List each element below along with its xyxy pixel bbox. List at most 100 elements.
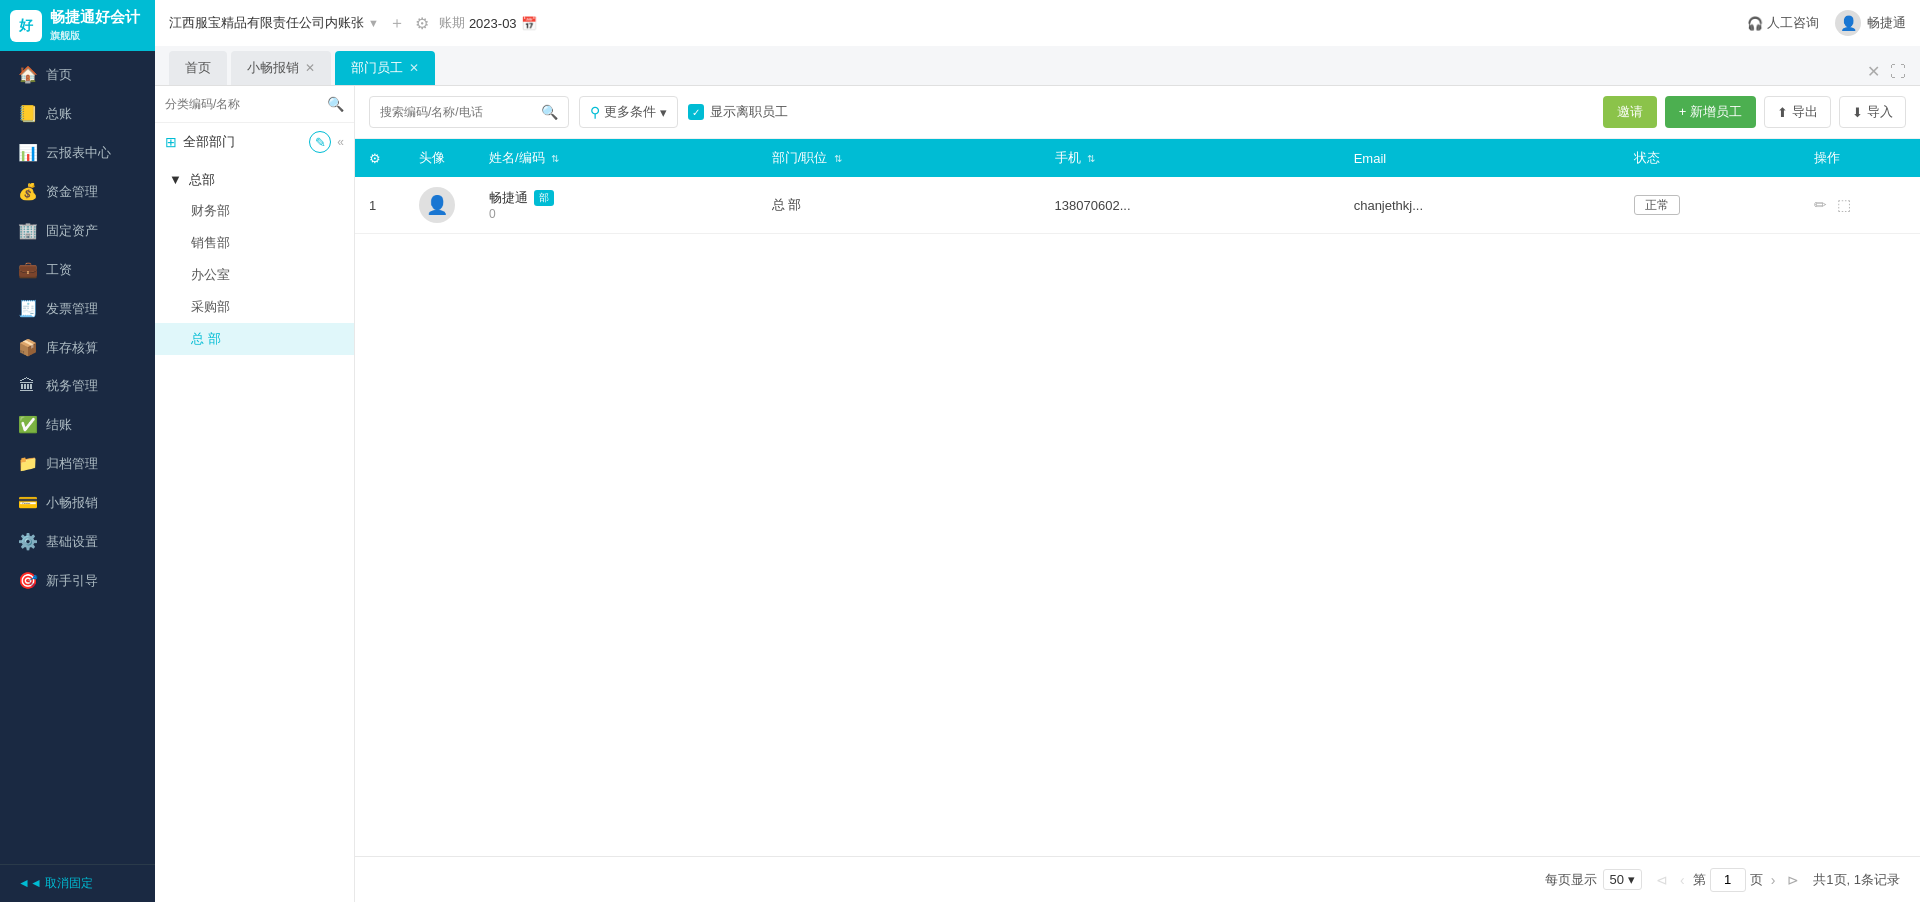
show-resigned-checkbox[interactable]: ✓ bbox=[688, 104, 704, 120]
last-page-button[interactable]: ⊳ bbox=[1783, 870, 1803, 890]
unpin-sidebar-button[interactable]: ◄◄ 取消固定 bbox=[0, 864, 155, 902]
sidebar-item-label: 工资 bbox=[46, 261, 72, 279]
pager: ⊲ ‹ 第 页 › ⊳ bbox=[1652, 868, 1803, 892]
first-page-button[interactable]: ⊲ bbox=[1652, 870, 1672, 890]
export-button[interactable]: ⬆ 导出 bbox=[1764, 96, 1831, 128]
unpin-label: ◄◄ 取消固定 bbox=[18, 875, 93, 892]
all-dept-header[interactable]: ⊞ 全部部门 ✎ « bbox=[155, 123, 354, 161]
sidebar-item-tax[interactable]: 🏛 税务管理 bbox=[0, 367, 155, 405]
dept-edit-button[interactable]: ✎ bbox=[309, 131, 331, 153]
col-dept[interactable]: 部门/职位 ⇅ bbox=[758, 139, 1041, 177]
tab-expense[interactable]: 小畅报销 ✕ bbox=[231, 51, 331, 85]
toolbar-right: 邀请 + 新增员工 ⬆ 导出 ⬇ 导入 bbox=[1603, 96, 1906, 128]
cell-email: chanjethkj... bbox=[1340, 177, 1620, 234]
table-row: 1 👤 畅捷通 部 0 总 部 bbox=[355, 177, 1920, 234]
sidebar-item-ledger[interactable]: 📒 总账 bbox=[0, 94, 155, 133]
sidebar-item-label: 总账 bbox=[46, 105, 72, 123]
user-name: 畅捷通 bbox=[1867, 14, 1906, 32]
cell-status: 正常 bbox=[1620, 177, 1800, 234]
settings-icon: ⚙️ bbox=[18, 532, 36, 551]
calendar-icon: 📅 bbox=[521, 16, 537, 31]
sidebar-item-salary[interactable]: 💼 工资 bbox=[0, 250, 155, 289]
employee-search-input[interactable] bbox=[380, 105, 535, 119]
dept-node-purchase[interactable]: 采购部 bbox=[155, 291, 354, 323]
sidebar-item-close-period[interactable]: ✅ 结账 bbox=[0, 405, 155, 444]
sidebar-item-guide[interactable]: 🎯 新手引导 bbox=[0, 561, 155, 600]
period-label: 账期 bbox=[439, 14, 465, 32]
company-selector[interactable]: 江西服宝精品有限责任公司内账张 ▼ bbox=[169, 14, 379, 32]
content-area: 🔍 ⊞ 全部部门 ✎ « ▼ 总部 财务部 销售部 办公室 采购部 总 部 bbox=[155, 86, 1920, 902]
tab-home[interactable]: 首页 bbox=[169, 51, 227, 85]
tab-dept-close[interactable]: ✕ bbox=[409, 61, 419, 75]
cell-actions: ✏ ⬚ bbox=[1800, 177, 1920, 234]
sidebar-item-invoice[interactable]: 🧾 发票管理 bbox=[0, 289, 155, 328]
app-edition: 旗舰版 bbox=[50, 29, 140, 43]
more-filter-button[interactable]: ⚲ 更多条件 ▾ bbox=[579, 96, 678, 128]
import-icon: ⬇ bbox=[1852, 105, 1863, 120]
home-icon: 🏠 bbox=[18, 65, 36, 84]
sidebar-item-label: 新手引导 bbox=[46, 572, 98, 590]
dept-node-zongbu[interactable]: 总 部 bbox=[155, 323, 354, 355]
sidebar-item-label: 发票管理 bbox=[46, 300, 98, 318]
sidebar-item-finance[interactable]: 💰 资金管理 bbox=[0, 172, 155, 211]
page-input[interactable] bbox=[1710, 868, 1746, 892]
sidebar-item-archive[interactable]: 📁 归档管理 bbox=[0, 444, 155, 483]
invoice-icon: 🧾 bbox=[18, 299, 36, 318]
dept-node-office[interactable]: 办公室 bbox=[155, 259, 354, 291]
dept-node-zongbu-parent[interactable]: ▼ 总部 bbox=[155, 165, 354, 195]
per-page-label: 每页显示 bbox=[1545, 871, 1597, 889]
cell-phone: 138070602... bbox=[1041, 177, 1340, 234]
add-company-button[interactable]: ＋ bbox=[389, 13, 405, 34]
salary-icon: 💼 bbox=[18, 260, 36, 279]
name-container: 畅捷通 部 bbox=[489, 189, 744, 207]
tabs-bar: 首页 小畅报销 ✕ 部门员工 ✕ ✕ ⛶ bbox=[155, 46, 1920, 86]
dept-tree: ▼ 总部 财务部 销售部 办公室 采购部 总 部 bbox=[155, 161, 354, 902]
invite-button[interactable]: 邀请 bbox=[1603, 96, 1657, 128]
edit-icon[interactable]: ✏ bbox=[1814, 196, 1827, 214]
toolbar: 🔍 ⚲ 更多条件 ▾ ✓ 显示离职员工 邀请 + 新增员工 ⬆ 导出 bbox=[355, 86, 1920, 139]
assets-icon: 🏢 bbox=[18, 221, 36, 240]
col-settings[interactable]: ⚙ bbox=[355, 139, 405, 177]
customer-service-button[interactable]: 🎧 人工咨询 bbox=[1747, 14, 1819, 32]
tab-home-label: 首页 bbox=[185, 59, 211, 77]
per-page-select[interactable]: 50 ▾ bbox=[1603, 869, 1642, 890]
tab-department[interactable]: 部门员工 ✕ bbox=[335, 51, 435, 85]
app-logo[interactable]: 好 畅捷通好会计 旗舰版 bbox=[0, 0, 155, 51]
sidebar-item-home[interactable]: 🏠 首页 bbox=[0, 55, 155, 94]
cell-index: 1 bbox=[355, 177, 405, 234]
logout-icon[interactable]: ⬚ bbox=[1837, 196, 1851, 214]
tab-expense-close[interactable]: ✕ bbox=[305, 61, 315, 75]
sidebar-item-settings[interactable]: ⚙️ 基础设置 bbox=[0, 522, 155, 561]
sidebar-item-assets[interactable]: 🏢 固定资产 bbox=[0, 211, 155, 250]
col-avatar: 头像 bbox=[405, 139, 475, 177]
employee-table-area: ⚙ 头像 姓名/编码 ⇅ 部门/职位 ⇅ 手机 bbox=[355, 139, 1920, 856]
prev-page-button[interactable]: ‹ bbox=[1676, 870, 1689, 890]
add-employee-button[interactable]: + 新增员工 bbox=[1665, 96, 1756, 128]
import-label: 导入 bbox=[1867, 103, 1893, 121]
all-dept-label: 全部部门 bbox=[183, 133, 303, 151]
dept-search-icon[interactable]: 🔍 bbox=[327, 96, 344, 112]
col-phone[interactable]: 手机 ⇅ bbox=[1041, 139, 1340, 177]
employee-avatar: 👤 bbox=[419, 187, 455, 223]
sidebar-item-reports[interactable]: 📊 云报表中心 bbox=[0, 133, 155, 172]
dept-search-input[interactable] bbox=[165, 97, 321, 111]
import-button[interactable]: ⬇ 导入 bbox=[1839, 96, 1906, 128]
user-menu[interactable]: 👤 畅捷通 bbox=[1835, 10, 1906, 36]
expand-tab-icon[interactable]: ⛶ bbox=[1890, 63, 1906, 81]
sidebar: 好 畅捷通好会计 旗舰版 🏠 首页 📒 总账 📊 云报表中心 💰 资金管理 🏢 … bbox=[0, 0, 155, 902]
company-settings-button[interactable]: ⚙ bbox=[415, 14, 429, 33]
dept-node-finance[interactable]: 财务部 bbox=[155, 195, 354, 227]
sidebar-item-label: 税务管理 bbox=[46, 377, 98, 395]
tax-icon: 🏛 bbox=[18, 377, 36, 395]
employee-search-icon[interactable]: 🔍 bbox=[541, 104, 558, 120]
period-selector[interactable]: 账期 2023-03 📅 bbox=[439, 14, 537, 32]
sidebar-item-inventory[interactable]: 📦 库存核算 bbox=[0, 328, 155, 367]
export-icon: ⬆ bbox=[1777, 105, 1788, 120]
col-name[interactable]: 姓名/编码 ⇅ bbox=[475, 139, 758, 177]
close-tab-icon[interactable]: ✕ bbox=[1867, 62, 1880, 81]
reports-icon: 📊 bbox=[18, 143, 36, 162]
sidebar-item-expense[interactable]: 💳 小畅报销 bbox=[0, 483, 155, 522]
dept-node-sales[interactable]: 销售部 bbox=[155, 227, 354, 259]
dept-collapse-icon[interactable]: « bbox=[337, 135, 344, 149]
next-page-button[interactable]: › bbox=[1767, 870, 1780, 890]
